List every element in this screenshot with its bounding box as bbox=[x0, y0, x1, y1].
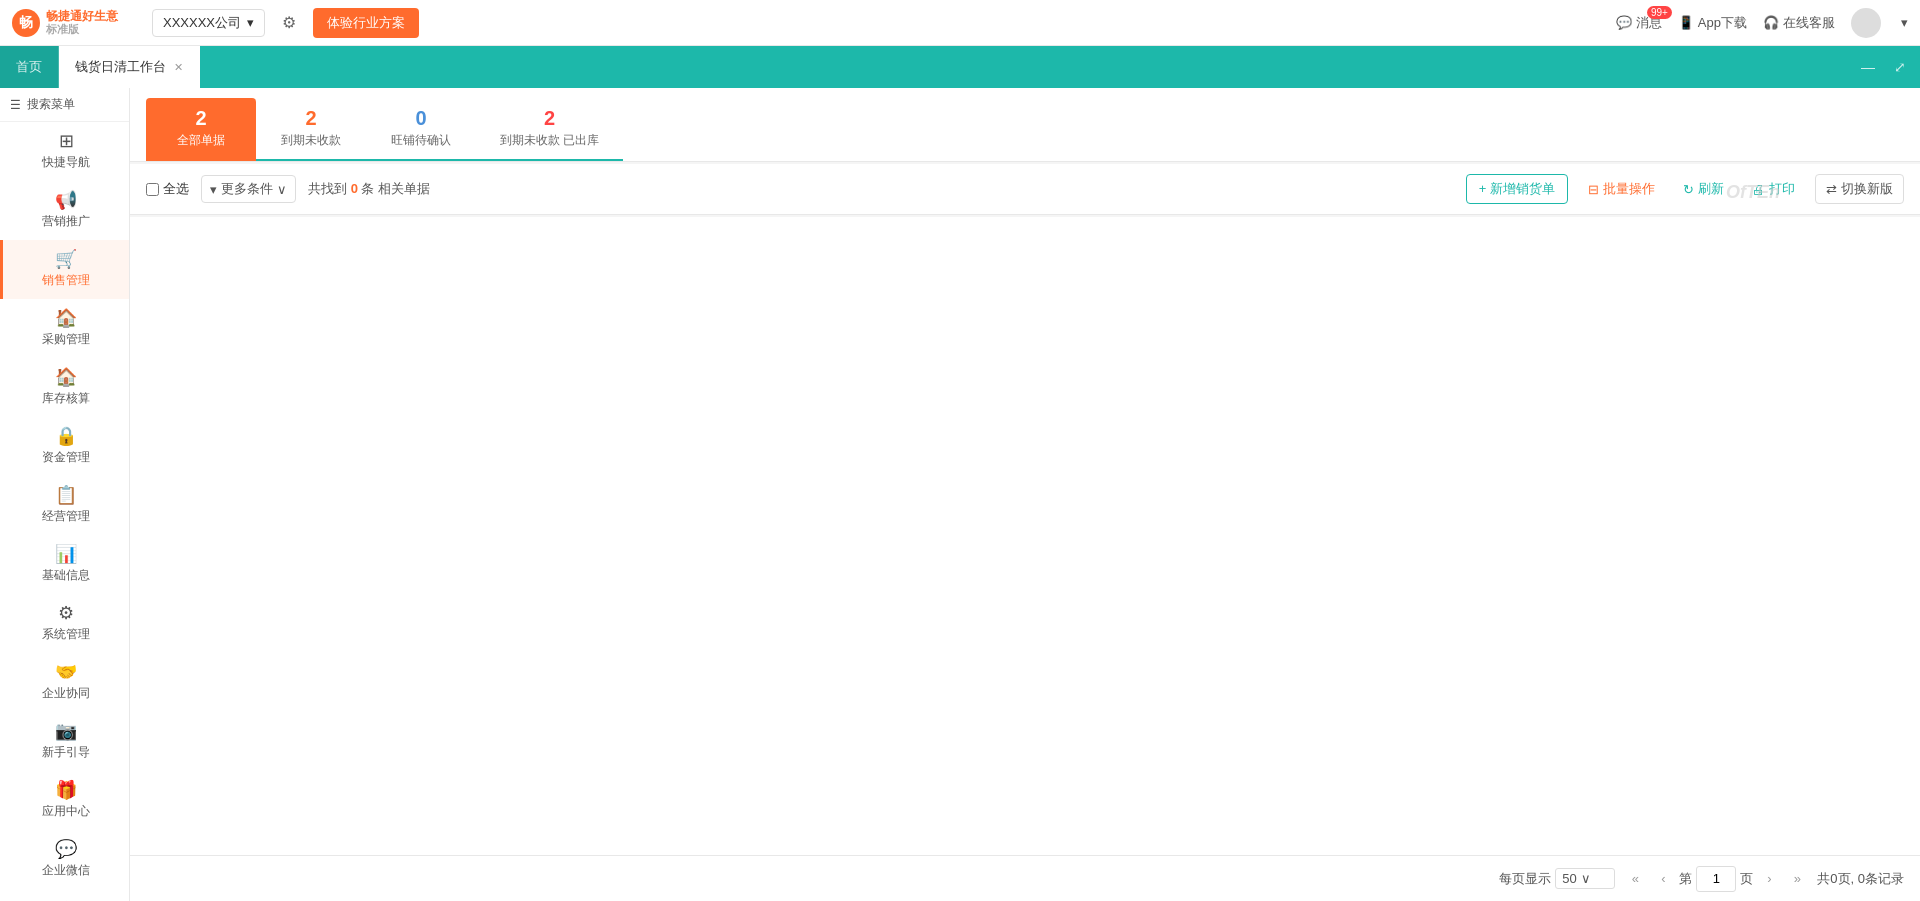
more-filters-button[interactable]: ▾ 更多条件 ∨ bbox=[201, 175, 296, 203]
tab-expand-icon[interactable]: ⤢ bbox=[1888, 55, 1912, 79]
chevron-down-icon: ▾ bbox=[247, 15, 254, 30]
search-icon: ☰ bbox=[10, 98, 21, 112]
stat-tab-pending[interactable]: 0 旺铺待确认 bbox=[366, 98, 476, 161]
app-download-button[interactable]: 📱 App下载 bbox=[1678, 14, 1747, 32]
message-button[interactable]: 💬 消息 99+ bbox=[1616, 14, 1662, 32]
header-left: 畅 畅捷通好生意 标准版 XXXXXX公司 ▾ ⚙ 体验行业方案 bbox=[12, 8, 419, 38]
first-page-button[interactable]: « bbox=[1623, 867, 1647, 891]
app-name: 畅捷通好生意 标准版 bbox=[46, 9, 118, 37]
page-number-input[interactable] bbox=[1696, 866, 1736, 892]
table-area bbox=[130, 217, 1920, 855]
total-info: 共0页, 0条记录 bbox=[1817, 870, 1904, 888]
main-layout: ☰ 搜索菜单 ⊞ 快捷导航 📢 营销推广 🛒 销售管理 🏠 采购管理 🏠 库存核… bbox=[0, 88, 1920, 901]
sidebar-item-sales[interactable]: 🛒 销售管理 bbox=[0, 240, 129, 299]
next-page-button[interactable]: › bbox=[1757, 867, 1781, 891]
inventory-icon: 🏠 bbox=[55, 368, 77, 386]
stat-tab-shipped[interactable]: 2 到期未收款 已出库 bbox=[476, 98, 623, 161]
page-size-select-box[interactable]: 50 ∨ bbox=[1555, 868, 1615, 889]
sidebar-item-system[interactable]: ⚙ 系统管理 bbox=[0, 594, 129, 653]
toolbar-left: 全选 ▾ 更多条件 ∨ 共找到 0 条 相关单据 bbox=[146, 175, 430, 203]
sidebar-item-basic-info[interactable]: 📊 基础信息 bbox=[0, 535, 129, 594]
system-icon: ⚙ bbox=[58, 604, 74, 622]
wechat-icon: 💬 bbox=[55, 840, 77, 858]
chevron-icon: ∨ bbox=[277, 182, 287, 197]
tab-home[interactable]: 首页 bbox=[0, 46, 59, 88]
toolbar-right: + 新增销货单 ⊟ 批量操作 ↻ 刷新 🖨 打印 ⇄ 切换新版 bbox=[1466, 174, 1904, 204]
stats-tabs: 2 全部单据 2 到期未收款 0 旺铺待确认 2 到期未收款 已出库 bbox=[130, 88, 1920, 162]
page-size-selector: 每页显示 50 ∨ bbox=[1499, 868, 1615, 889]
beginner-icon: 📷 bbox=[55, 722, 77, 740]
print-button[interactable]: 🖨 打印 bbox=[1744, 176, 1803, 202]
sidebar-item-purchase[interactable]: 🏠 采购管理 bbox=[0, 299, 129, 358]
logo-area: 畅 畅捷通好生意 标准版 bbox=[12, 9, 142, 37]
sidebar-item-enterprise[interactable]: 🤝 企业协同 bbox=[0, 653, 129, 712]
user-chevron-icon: ▾ bbox=[1901, 15, 1908, 30]
search-menu-button[interactable]: ☰ 搜索菜单 bbox=[0, 88, 129, 122]
service-icon: 🎧 bbox=[1763, 15, 1779, 30]
finance-icon: 🔒 bbox=[55, 427, 77, 445]
basic-info-icon: 📊 bbox=[55, 545, 77, 563]
company-selector[interactable]: XXXXXX公司 ▾ bbox=[152, 9, 265, 37]
sidebar-item-member[interactable]: ✦ 畅会员 bbox=[0, 889, 129, 901]
app-center-icon: 🎁 bbox=[55, 781, 77, 799]
online-service-button[interactable]: 🎧 在线客服 bbox=[1763, 14, 1835, 32]
sidebar-item-finance[interactable]: 🔒 资金管理 bbox=[0, 417, 129, 476]
stat-tab-all[interactable]: 2 全部单据 bbox=[146, 98, 256, 161]
pagination: 每页显示 50 ∨ « ‹ 第 页 › » 共0页, 0条记录 bbox=[130, 855, 1920, 901]
user-avatar[interactable] bbox=[1851, 8, 1881, 38]
select-chevron-icon: ∨ bbox=[1581, 871, 1591, 886]
tab-minimize-icon[interactable]: — bbox=[1856, 55, 1880, 79]
sidebar-item-beginner[interactable]: 📷 新手引导 bbox=[0, 712, 129, 771]
switch-new-version-button[interactable]: ⇄ 切换新版 bbox=[1815, 174, 1904, 204]
operation-icon: 📋 bbox=[55, 486, 77, 504]
found-text: 共找到 0 条 相关单据 bbox=[308, 180, 430, 198]
quick-nav-icon: ⊞ bbox=[59, 132, 74, 150]
header-right: 💬 消息 99+ 📱 App下载 🎧 在线客服 ▾ bbox=[1616, 8, 1908, 38]
settings-button[interactable]: ⚙ bbox=[275, 9, 303, 37]
sidebar-item-app-center[interactable]: 🎁 应用中心 bbox=[0, 771, 129, 830]
new-sale-button[interactable]: + 新增销货单 bbox=[1466, 174, 1568, 204]
sidebar-item-inventory[interactable]: 🏠 库存核算 bbox=[0, 358, 129, 417]
select-all-input[interactable] bbox=[146, 183, 159, 196]
switch-icon: ⇄ bbox=[1826, 182, 1837, 197]
tab-bar: 首页 钱货日清工作台 ✕ — ⤢ bbox=[0, 46, 1920, 88]
sidebar-item-operation[interactable]: 📋 经营管理 bbox=[0, 476, 129, 535]
batch-ops-button[interactable]: ⊟ 批量操作 bbox=[1580, 176, 1663, 202]
prev-page-button[interactable]: ‹ bbox=[1651, 867, 1675, 891]
message-icon: 💬 bbox=[1616, 15, 1632, 30]
marketing-icon: 📢 bbox=[55, 191, 77, 209]
refresh-icon: ↻ bbox=[1683, 182, 1694, 197]
batch-icon: ⊟ bbox=[1588, 182, 1599, 197]
app-logo-icon: 畅 bbox=[12, 9, 40, 37]
sidebar: ☰ 搜索菜单 ⊞ 快捷导航 📢 营销推广 🛒 销售管理 🏠 采购管理 🏠 库存核… bbox=[0, 88, 130, 901]
tab-close-icon[interactable]: ✕ bbox=[174, 61, 183, 74]
enterprise-icon: 🤝 bbox=[55, 663, 77, 681]
select-all-checkbox[interactable]: 全选 bbox=[146, 180, 189, 198]
last-page-button[interactable]: » bbox=[1785, 867, 1809, 891]
sidebar-item-quick-nav[interactable]: ⊞ 快捷导航 bbox=[0, 122, 129, 181]
top-header: 畅 畅捷通好生意 标准版 XXXXXX公司 ▾ ⚙ 体验行业方案 💬 消息 99… bbox=[0, 0, 1920, 46]
sidebar-item-wechat[interactable]: 💬 企业微信 bbox=[0, 830, 129, 889]
filter-icon: ▾ bbox=[210, 182, 217, 197]
stat-tab-overdue[interactable]: 2 到期未收款 bbox=[256, 98, 366, 161]
print-icon: 🖨 bbox=[1752, 182, 1765, 197]
download-icon: 📱 bbox=[1678, 15, 1694, 30]
purchase-icon: 🏠 bbox=[55, 309, 77, 327]
tab-bar-actions: — ⤢ bbox=[1856, 55, 1912, 79]
content-area: 2 全部单据 2 到期未收款 0 旺铺待确认 2 到期未收款 已出库 全选 bbox=[130, 88, 1920, 901]
sales-icon: 🛒 bbox=[55, 250, 77, 268]
refresh-button[interactable]: ↻ 刷新 bbox=[1675, 176, 1732, 202]
toolbar: 全选 ▾ 更多条件 ∨ 共找到 0 条 相关单据 + 新增销货单 ⊟ 批量操作 bbox=[130, 164, 1920, 215]
page-navigation: « ‹ 第 页 › » bbox=[1623, 866, 1809, 892]
sidebar-item-marketing[interactable]: 📢 营销推广 bbox=[0, 181, 129, 240]
experience-btn[interactable]: 体验行业方案 bbox=[313, 8, 419, 38]
tab-cash-daily[interactable]: 钱货日清工作台 ✕ bbox=[59, 46, 200, 88]
user-name[interactable]: ▾ bbox=[1897, 15, 1908, 30]
message-badge: 99+ bbox=[1647, 6, 1672, 19]
